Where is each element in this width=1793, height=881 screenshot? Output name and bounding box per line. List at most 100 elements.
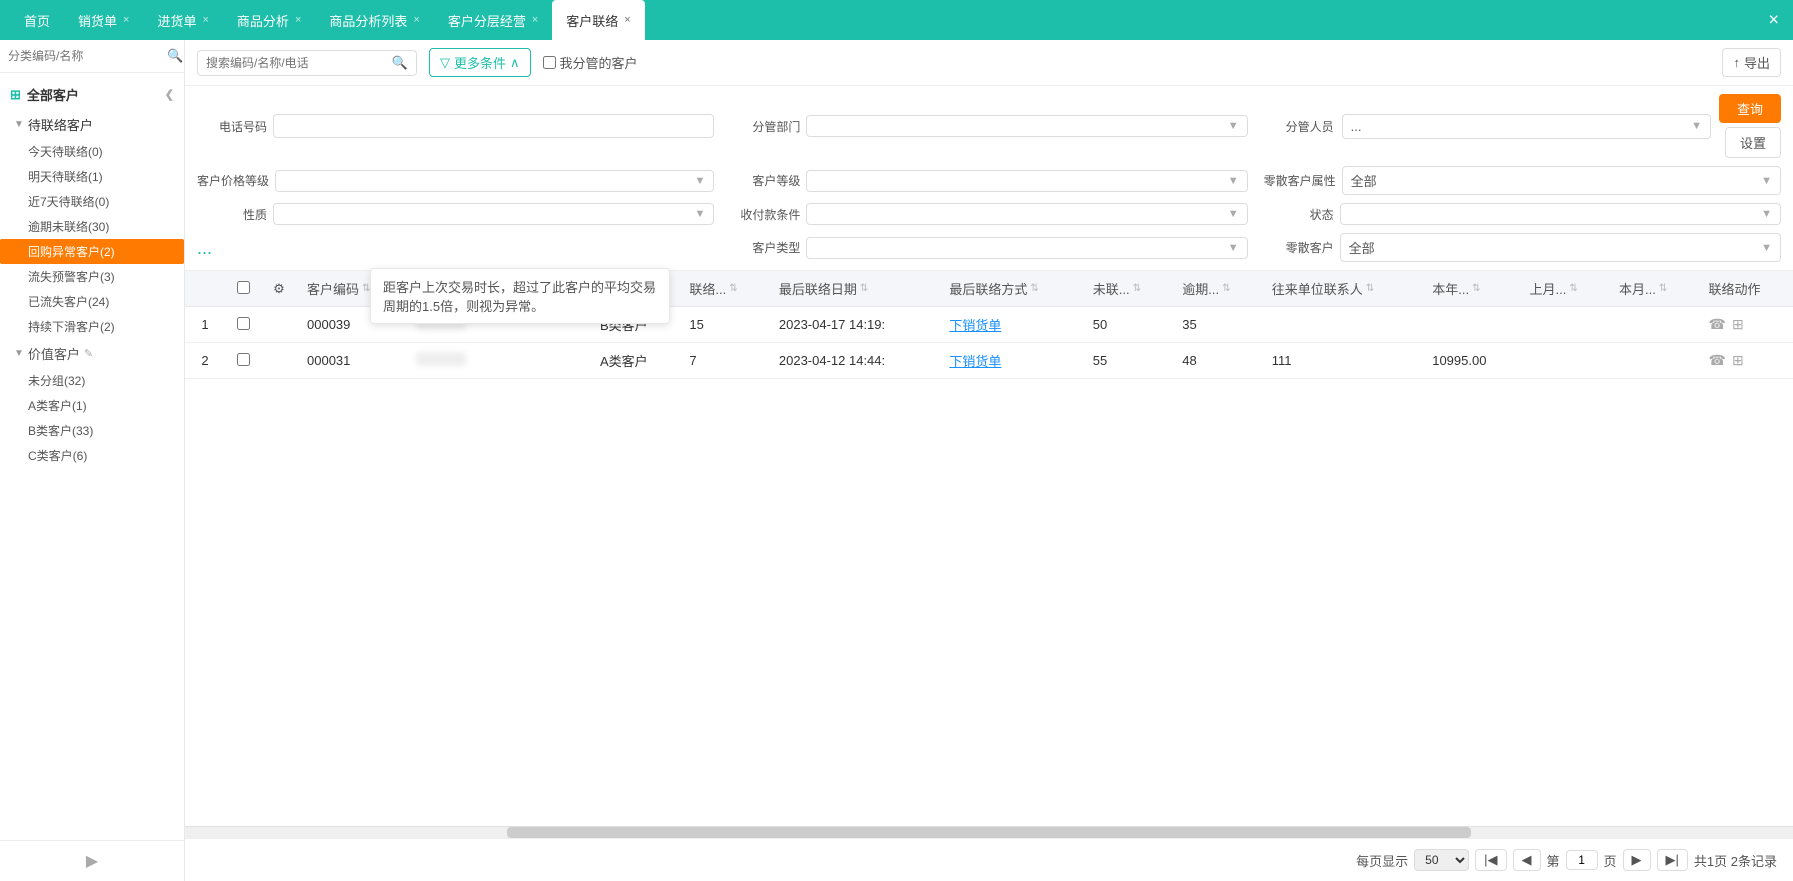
th-contact[interactable]: 联络...⇅ [679,271,768,307]
query-button[interactable]: 查询 [1719,94,1781,123]
filter-row-payment: 收付款条件 ▼ [730,203,1247,225]
sidebar-item-repurchase-abnormal[interactable]: 回购异常客户(2) [0,239,184,264]
sidebar-item-tomorrow[interactable]: 明天待联络(1) [0,164,184,189]
sidebar-search-input[interactable] [8,49,163,63]
row1-more-icon[interactable]: ⊞ [1732,316,1744,333]
expand-more-button[interactable]: ... [197,239,212,257]
sidebar: 🔍 ⊞ 全部客户 ❮ ▼ 待联络客户 今天待联络(0) 明天待联络(1) 近7天… [0,40,185,881]
cust-type-select[interactable]: ▼ [806,237,1247,259]
sidebar-item-a-class[interactable]: A类客户(1) [0,393,184,418]
nav-item-analysis[interactable]: 商品分析 × [223,0,315,40]
filter-actions: 查询 设置 [1719,94,1781,158]
nav-item-purchase[interactable]: 进货单 × [143,0,222,40]
sidebar-value-section[interactable]: ▼ 价值客户 ✎ [0,339,184,368]
tri-icon: ▼ [14,119,24,130]
filter-row-nature: 性质 ▼ [197,203,714,225]
nav-item-analysis-list[interactable]: 商品分析列表 × [315,0,433,40]
row2-more-icon[interactable]: ⊞ [1732,352,1744,369]
horizontal-scrollbar[interactable] [185,826,1793,838]
sidebar-item-churn-warning[interactable]: 流失预警客户(3) [0,264,184,289]
nav-item-customer-contact[interactable]: 客户联络 × [552,0,644,40]
export-button[interactable]: ↑ 导出 [1722,48,1781,77]
row2-last-method[interactable]: 下销货单 [939,343,1082,379]
page-input[interactable] [1566,850,1598,870]
phone-input[interactable] [273,114,714,138]
price-level-select[interactable]: ▼ [275,170,714,192]
close-all-button[interactable]: × [1768,10,1779,31]
th-this-year[interactable]: 本年...⇅ [1422,271,1519,307]
th-last-month[interactable]: 上月...⇅ [1520,271,1609,307]
scrollbar-thumb[interactable] [507,827,1472,838]
nav-item-sales[interactable]: 销货单 × [64,0,143,40]
scatter-cust-select[interactable]: 全部 ▼ [1340,233,1781,262]
payment-select[interactable]: ▼ [806,203,1247,225]
row2-grade: A类客户 [590,343,679,379]
row1-action-icons: ☎ ⊞ [1708,316,1783,333]
close-purchase-icon[interactable]: × [202,14,208,26]
row1-check[interactable] [225,307,261,343]
sidebar-item-b-class[interactable]: B类客户(33) [0,418,184,443]
row1-unit-contact [1262,307,1423,343]
row1-phone-icon[interactable]: ☎ [1708,316,1725,333]
sidebar-item-churned[interactable]: 已流失客户(24) [0,289,184,314]
row2-check[interactable] [225,343,261,379]
row2-checkbox[interactable] [237,353,250,366]
my-customer-filter[interactable]: 我分管的客户 [543,53,638,72]
th-setting[interactable]: ⚙ [261,271,297,307]
th-last-method[interactable]: 最后联络方式⇅ [939,271,1082,307]
cust-level-select[interactable]: ▼ [806,170,1247,192]
manager-select[interactable]: ... ▼ [1342,114,1711,139]
nature-select[interactable]: ▼ [273,203,714,225]
row2-phone-icon[interactable]: ☎ [1708,352,1725,369]
edit-icon[interactable]: ✎ [84,347,93,360]
th-no-contact[interactable]: 未联...⇅ [1083,271,1172,307]
per-page-select[interactable]: 50 100 200 [1414,849,1469,871]
row2-this-year: 10995.00 [1422,343,1519,379]
setting-button[interactable]: 设置 [1725,127,1781,158]
row2-actions: ☎ ⊞ [1698,343,1793,379]
sidebar-tree: ⊞ 全部客户 ❮ ▼ 待联络客户 今天待联络(0) 明天待联络(1) 近7天待联… [0,73,184,840]
th-this-month[interactable]: 本月...⇅ [1609,271,1698,307]
th-unit-contact[interactable]: 往来单位联系人⇅ [1262,271,1423,307]
next-page-button[interactable]: ▶ [1623,849,1651,871]
row1-this-year [1422,307,1519,343]
th-last-date[interactable]: 最后联络日期⇅ [769,271,939,307]
row1-checkbox[interactable] [237,317,250,330]
select-all-checkbox[interactable] [237,281,250,294]
sidebar-search-icon[interactable]: 🔍 [167,48,183,64]
my-customer-checkbox[interactable] [543,56,556,69]
close-customer-contact-icon[interactable]: × [624,14,630,26]
sort-contact-icon: ⇅ [729,283,737,294]
close-analysis-icon[interactable]: × [295,14,301,26]
sidebar-item-declining[interactable]: 持续下滑客户(2) [0,314,184,339]
prev-page-button[interactable]: ◀ [1513,849,1541,871]
cust-level-label: 客户等级 [730,172,800,189]
row1-last-method[interactable]: 下销货单 [939,307,1082,343]
close-customer-tier-icon[interactable]: × [532,14,538,26]
nature-label: 性质 [197,206,267,223]
sidebar-item-c-class[interactable]: C类客户(6) [0,443,184,468]
row2-action-icons: ☎ ⊞ [1708,352,1783,369]
sidebar-item-overdue[interactable]: 逾期未联络(30) [0,214,184,239]
close-sales-icon[interactable]: × [123,14,129,26]
sidebar-item-today[interactable]: 今天待联络(0) [0,139,184,164]
dept-select[interactable]: ▼ [806,115,1247,137]
status-select[interactable]: ▼ [1340,203,1781,225]
scatter-attr-select[interactable]: 全部 ▼ [1342,166,1781,195]
sidebar-item-ungrouped[interactable]: 未分组(32) [0,368,184,393]
nav-item-customer-tier[interactable]: 客户分层经营 × [434,0,552,40]
last-page-button[interactable]: ▶| [1657,849,1688,871]
first-page-button[interactable]: |◀ [1475,849,1506,871]
sidebar-all-customers[interactable]: ⊞ 全部客户 ❮ [0,79,184,110]
more-conditions-button[interactable]: ▽ 更多条件 ∧ [429,48,531,77]
sidebar-expand-button[interactable]: ▶ [78,847,106,875]
nav-item-home[interactable]: 首页 [10,0,64,40]
filter-search-input[interactable] [206,56,388,70]
sidebar-item-7days[interactable]: 近7天待联络(0) [0,189,184,214]
th-overdue[interactable]: 逾期...⇅ [1172,271,1261,307]
sidebar-group-pending[interactable]: ▼ 待联络客户 [0,110,184,139]
close-analysis-list-icon[interactable]: × [413,14,419,26]
filter-bar: 🔍 ▽ 更多条件 ∧ 我分管的客户 ↑ 导出 [185,40,1793,86]
filter-search-icon[interactable]: 🔍 [392,55,408,71]
status-arrow: ▼ [1761,208,1772,220]
